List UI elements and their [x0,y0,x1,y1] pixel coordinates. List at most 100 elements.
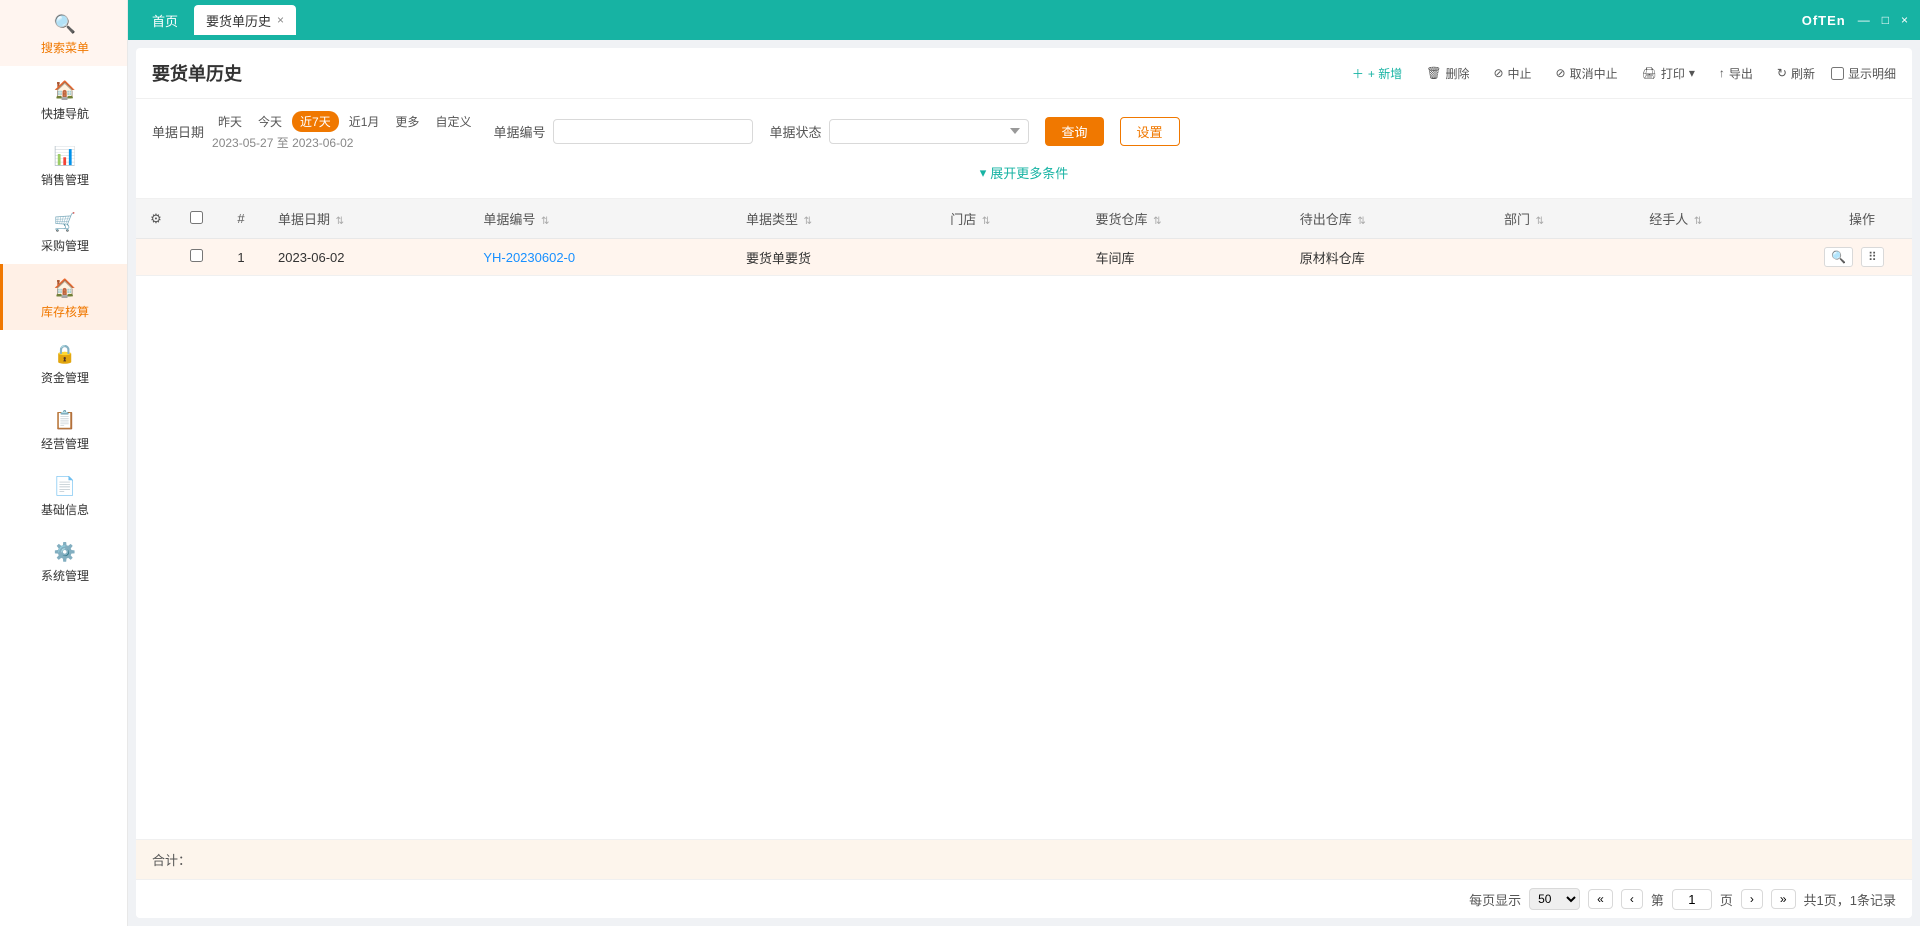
per-page-select[interactable]: 20 50 100 200 [1529,888,1580,910]
refresh-button[interactable]: ↻ 刷新 [1769,61,1823,86]
sidebar-item-sys-mgmt[interactable]: ⚙️ 系统管理 [0,528,127,594]
suspend-button[interactable]: ⊘ 中止 [1485,61,1539,86]
ops-icon: 📋 [54,410,76,431]
sidebar-item-search-menu[interactable]: 🔍 搜索菜单 [0,0,127,66]
export-button[interactable]: ↑ 导出 [1711,61,1761,86]
row-ops: 🔍 ⠿ [1824,247,1900,267]
refresh-icon: ↻ [1777,66,1787,80]
bill-no-input[interactable] [553,119,753,144]
sidebar-item-inventory[interactable]: 🏠 库存核算 [0,264,127,330]
print-button[interactable]: 🖨 打印 ▾ [1634,61,1703,86]
sidebar-item-basic-info[interactable]: 📄 基础信息 [0,462,127,528]
quick-nav-icon: 🏠 [54,80,76,101]
sidebar-item-ops-mgmt[interactable]: 📋 经营管理 [0,396,127,462]
th-pending-warehouse[interactable]: 待出仓库 ⇅ [1288,199,1492,239]
print-icon: 🖨 [1642,66,1657,80]
prev-page-btn[interactable]: ‹ [1621,889,1643,909]
date-btn-more[interactable]: 更多 [389,111,425,132]
active-tab-label: 要货单历史 [206,11,271,30]
sidebar-item-label: 采购管理 [41,237,89,254]
suspend-icon: ⊘ [1493,66,1503,80]
billtype-sort-icon: ⇅ [804,216,812,227]
tab-close-icon[interactable]: × [277,13,284,27]
td-req-warehouse: 车间库 [1084,239,1288,276]
delete-icon: 🗑 [1426,66,1441,80]
th-dept[interactable]: 部门 ⇅ [1492,199,1637,239]
td-pending-warehouse: 原材料仓库 [1288,239,1492,276]
delete-button[interactable]: 🗑 删除 [1418,61,1477,86]
row-edit-btn[interactable]: ⠿ [1861,247,1884,267]
data-table: ⚙ # 单据日期 ⇅ 单据编号 ⇅ [136,199,1912,276]
row-view-btn[interactable]: 🔍 [1824,247,1853,267]
filter-expand-row: ▾ 展开更多条件 [152,159,1896,186]
select-all-checkbox[interactable] [190,211,203,224]
display-detail-toggle[interactable]: 显示明细 [1831,65,1896,82]
date-btn-yesterday[interactable]: 昨天 [212,111,248,132]
date-btn-7days[interactable]: 近7天 [292,111,339,132]
last-page-btn[interactable]: » [1771,889,1796,909]
th-store[interactable]: 门店 ⇅ [938,199,1083,239]
td-handler [1637,239,1812,276]
sidebar-item-label: 搜索菜单 [41,39,89,56]
page-input[interactable] [1672,889,1712,910]
th-date[interactable]: 单据日期 ⇅ [266,199,471,239]
first-page-btn[interactable]: « [1588,889,1613,909]
date-range-text: 2023-05-27 至 2023-06-02 [212,134,477,151]
row-checkbox[interactable] [190,249,203,262]
search-menu-icon: 🔍 [54,14,76,35]
expand-more-btn[interactable]: ▾ 展开更多条件 [972,159,1077,186]
sidebar-item-sales-mgmt[interactable]: 📊 销售管理 [0,132,127,198]
status-filter: 单据状态 全部 审核中 已审核 已中止 [769,119,1029,144]
td-num: 1 [216,239,266,276]
maximize-btn[interactable]: □ [1882,13,1889,27]
basic-info-icon: 📄 [54,476,76,497]
sidebar: 🔍 搜索菜单 🏠 快捷导航 📊 销售管理 🛒 采购管理 🏠 库存核算 🔒 资金管… [0,0,128,926]
date-btn-1month[interactable]: 近1月 [343,111,386,132]
td-settings [136,239,176,276]
th-bill-no[interactable]: 单据编号 ⇅ [471,199,734,239]
th-handler[interactable]: 经手人 ⇅ [1637,199,1812,239]
close-btn[interactable]: × [1901,13,1908,27]
home-tab[interactable]: 首页 [140,5,190,35]
sidebar-item-label: 经营管理 [41,435,89,452]
sidebar-item-finance-mgmt[interactable]: 🔒 资金管理 [0,330,127,396]
bill-no-link[interactable]: YH-20230602-0 [483,250,575,265]
query-button[interactable]: 查询 [1045,117,1103,146]
sidebar-item-label: 系统管理 [41,567,89,584]
date-buttons: 昨天 今天 近7天 近1月 更多 自定义 2023-05-27 至 2023-0… [212,111,477,151]
sidebar-item-label: 基础信息 [41,501,89,518]
inventory-icon: 🏠 [54,278,76,299]
active-tab[interactable]: 要货单历史 × [194,5,296,35]
date-btn-custom[interactable]: 自定义 [429,111,477,132]
next-page-btn[interactable]: › [1741,889,1763,909]
th-bill-type[interactable]: 单据类型 ⇅ [734,199,938,239]
main-area: 首页 要货单历史 × OfTEn — □ × 要货单历史 ＋ + 新增 [128,0,1920,926]
cancel-suspend-button[interactable]: ⊘ 取消中止 [1548,61,1626,86]
export-icon: ↑ [1719,66,1725,80]
td-dept [1492,239,1637,276]
table-settings-icon[interactable]: ⚙ [150,211,162,226]
content-area: 要货单历史 ＋ + 新增 🗑 删除 ⊘ 中止 ⊘ [128,40,1920,926]
pagination: 每页显示 20 50 100 200 « ‹ 第 页 › » 共1页，1条记录 [136,879,1912,918]
th-checkbox [176,199,216,239]
minimize-btn[interactable]: — [1858,13,1870,27]
sidebar-item-quick-nav[interactable]: 🏠 快捷导航 [0,66,127,132]
expand-icon: ▾ [980,165,987,181]
sidebar-item-label: 销售管理 [41,171,89,188]
table-container: ⚙ # 单据日期 ⇅ 单据编号 ⇅ [136,199,1912,839]
display-detail-checkbox[interactable] [1831,67,1844,80]
date-btn-today[interactable]: 今天 [252,111,288,132]
reqwarehouse-sort-icon: ⇅ [1153,216,1161,227]
page-header: 要货单历史 ＋ + 新增 🗑 删除 ⊘ 中止 ⊘ [136,48,1912,99]
sidebar-item-label: 资金管理 [41,369,89,386]
th-req-warehouse[interactable]: 要货仓库 ⇅ [1084,199,1288,239]
add-button[interactable]: ＋ + 新增 [1344,61,1410,86]
settings-button[interactable]: 设置 [1120,117,1180,146]
page-label: 页 [1720,890,1733,909]
sidebar-item-purchase-mgmt[interactable]: 🛒 采购管理 [0,198,127,264]
td-ops: 🔍 ⠿ [1812,239,1912,276]
td-store [938,239,1083,276]
th-ops: 操作 [1812,199,1912,239]
status-select[interactable]: 全部 审核中 已审核 已中止 [829,119,1029,144]
handler-sort-icon: ⇅ [1694,216,1702,227]
